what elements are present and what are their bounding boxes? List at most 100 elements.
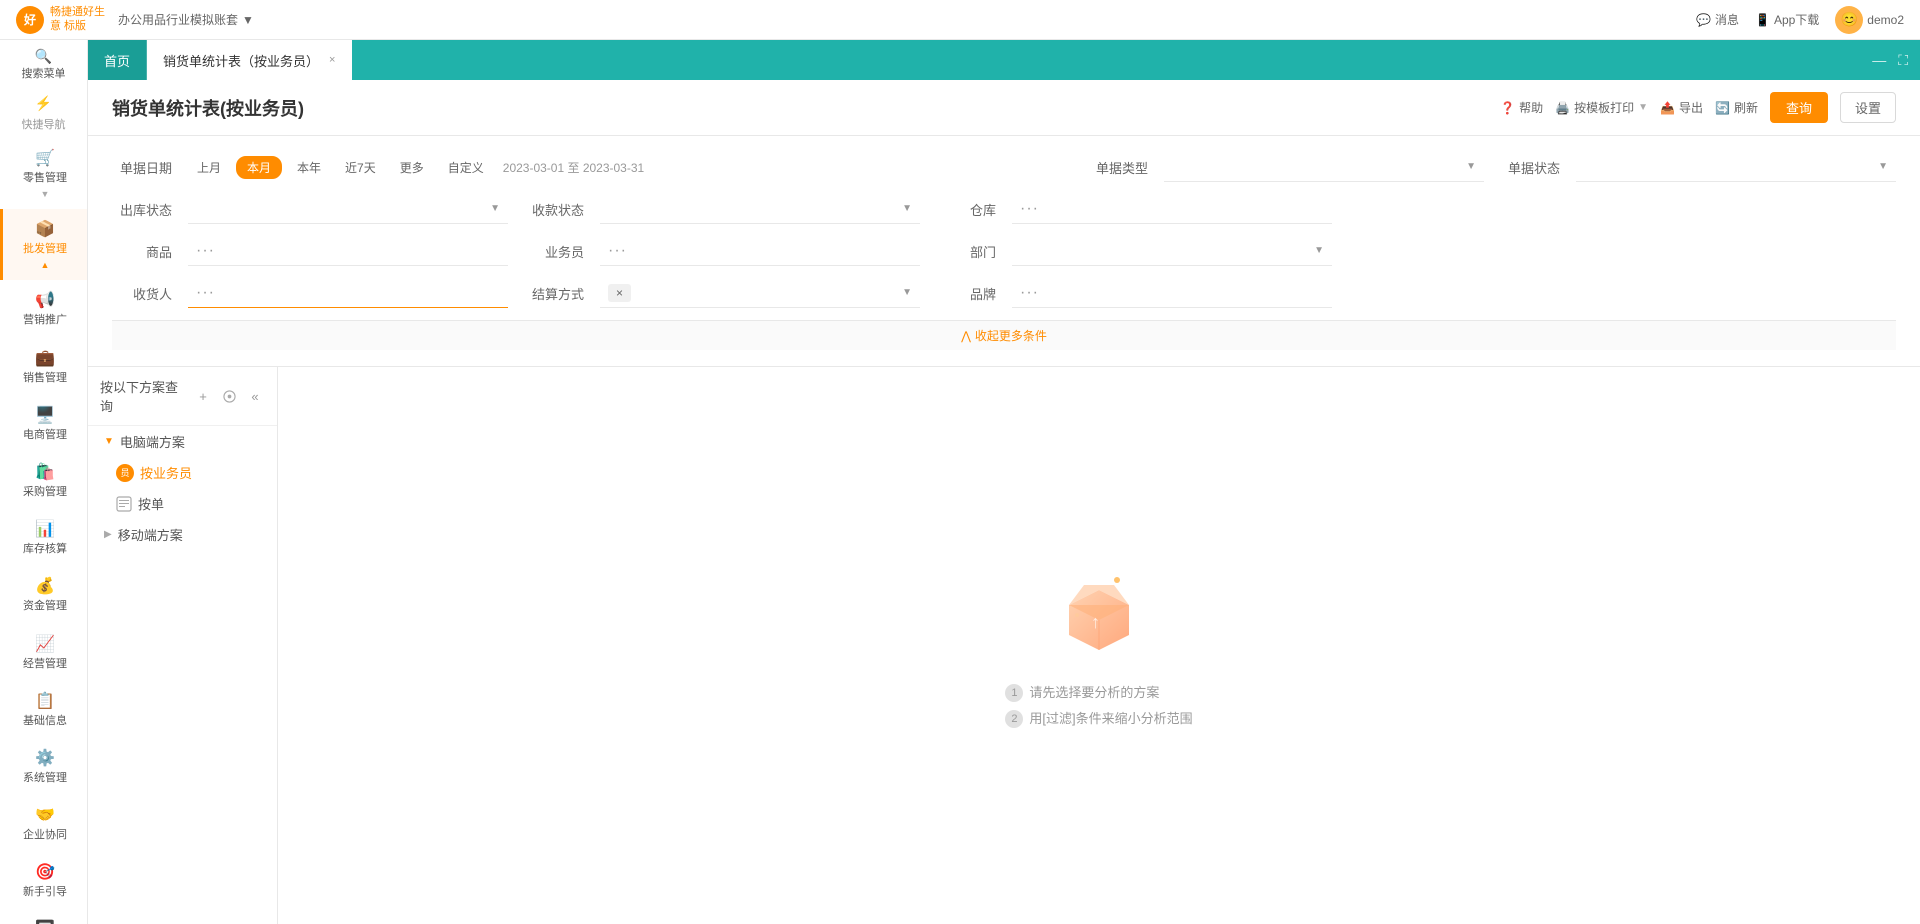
apps-icon: 🔲 <box>35 919 55 924</box>
brand-select[interactable]: ··· <box>1012 278 1332 308</box>
department-select[interactable]: ▼ <box>1012 236 1332 266</box>
salesperson-label: 业务员 <box>524 242 584 261</box>
user-name: demo2 <box>1867 13 1904 27</box>
refresh-button[interactable]: 🔄 刷新 <box>1715 99 1758 116</box>
left-panel-actions: + « <box>193 386 265 406</box>
tab-minimize-button[interactable]: — <box>1868 48 1890 72</box>
tab-close-icon[interactable]: × <box>329 54 335 66</box>
sidebar-item-inventory[interactable]: 📊 库存核算 <box>0 509 87 566</box>
warehouse-select[interactable]: ··· <box>1012 194 1332 224</box>
export-button[interactable]: 📤 导出 <box>1660 99 1703 116</box>
date-this-year[interactable]: 本年 <box>288 155 330 180</box>
settlement-select[interactable]: × ▼ <box>600 278 920 308</box>
print-button[interactable]: 🖨️ 按模板打印 ▼ <box>1555 99 1648 116</box>
sidebar-item-sales[interactable]: 💼 销售管理 <box>0 338 87 395</box>
tree-group-pc[interactable]: ▼ 电脑端方案 <box>88 426 277 457</box>
add-scheme-button[interactable]: + <box>193 386 213 406</box>
tree-group-mobile[interactable]: ▶ 移动端方案 <box>88 519 277 550</box>
receiver-input[interactable]: ··· <box>188 278 508 308</box>
salesperson-scheme-icon: 员 <box>116 464 134 482</box>
doc-status-select[interactable]: ▼ <box>1576 152 1896 182</box>
query-button[interactable]: 查询 <box>1770 92 1828 123</box>
empty-state: ↑ 1 请先选择要分析的方案 2 用[过滤]条件来缩小分析范围 <box>278 367 1920 924</box>
system-icon: ⚙️ <box>35 748 55 768</box>
tree-item-by-order[interactable]: 按单 <box>88 488 277 519</box>
sidebar-item-marketing[interactable]: 📢 营销推广 <box>0 280 87 337</box>
sidebar-item-enterprise[interactable]: 🤝 企业协同 <box>0 795 87 852</box>
date-more[interactable]: 更多 <box>391 155 433 180</box>
goods-select[interactable]: ··· <box>188 236 508 266</box>
sidebar-item-ecommerce[interactable]: 🖥️ 电商管理 <box>0 395 87 452</box>
doc-status-arrow-icon: ▼ <box>1878 161 1888 172</box>
date-last-7days[interactable]: 近7天 <box>336 155 385 180</box>
order-scheme-label: 按单 <box>138 494 164 513</box>
sidebar-operations-label: 经营管理 <box>23 658 67 671</box>
sidebar-item-retail[interactable]: 🛒 零售管理 ▼ <box>0 138 87 209</box>
help-button[interactable]: ❓ 帮助 <box>1500 99 1543 116</box>
date-last-month[interactable]: 上月 <box>188 155 230 180</box>
refresh-label: 刷新 <box>1734 99 1758 116</box>
order-scheme-icon <box>116 496 132 512</box>
tree-item-by-salesperson[interactable]: 员 按业务员 <box>88 457 277 488</box>
user-area[interactable]: 😊 demo2 <box>1835 6 1904 34</box>
sidebar-quick-nav-label: 快捷导航 <box>22 116 66 132</box>
doc-type-select[interactable]: ▼ <box>1164 152 1484 182</box>
date-this-month[interactable]: 本月 <box>236 156 282 179</box>
top-bar-left: 好 畅捷通好生意 标版 办公用品行业模拟账套 ▼ <box>16 6 254 34</box>
user-avatar: 😊 <box>1835 6 1863 34</box>
sidebar-search[interactable]: 🔍 搜索菜单 <box>0 40 87 89</box>
sidebar-item-system[interactable]: ⚙️ 系统管理 <box>0 738 87 795</box>
collapse-bar[interactable]: ⋀ 收起更多条件 <box>112 320 1896 350</box>
sidebar-item-purchase[interactable]: 🛍️ 采购管理 <box>0 452 87 509</box>
tab-maximize-button[interactable]: ⛶ <box>1894 48 1912 73</box>
wholesale-expand-icon: ▲ <box>41 260 50 270</box>
salesperson-dots-icon: ··· <box>608 242 627 260</box>
receiver-dots-icon: ··· <box>196 284 215 302</box>
app-download-button[interactable]: 📱 App下载 <box>1755 11 1819 28</box>
sidebar-quick-nav[interactable]: ⚡ 快捷导航 <box>0 89 87 138</box>
doc-type-label: 单据类型 <box>1088 158 1148 177</box>
inventory-icon: 📊 <box>35 519 55 539</box>
sidebar-item-wholesale[interactable]: 📦 批发管理 ▲ <box>0 209 87 280</box>
salesperson-select[interactable]: ··· <box>600 236 920 266</box>
edit-scheme-button[interactable] <box>219 386 239 406</box>
sidebar-retail-label: 零售管理 <box>23 172 67 185</box>
settlement-tag-close-icon[interactable]: × <box>616 286 623 300</box>
help-label: 帮助 <box>1519 99 1543 116</box>
brand-label: 品牌 <box>936 284 996 303</box>
ecommerce-icon: 🖥️ <box>35 405 55 425</box>
sidebar-item-apps[interactable]: 🔲 应用中心 <box>0 909 87 924</box>
print-arrow-icon: ▼ <box>1638 102 1648 113</box>
goods-dots-icon: ··· <box>196 242 215 260</box>
logo-text: 畅捷通好生意 标版 <box>50 6 110 32</box>
receiver-label: 收货人 <box>112 284 172 303</box>
wholesale-icon: 📦 <box>35 219 55 239</box>
breadcrumb-area[interactable]: 办公用品行业模拟账套 ▼ <box>118 11 254 28</box>
date-filter-label: 单据日期 <box>112 158 172 177</box>
tab-active[interactable]: 销货单统计表（按业务员） × <box>147 40 352 80</box>
sidebar-search-label: 搜索菜单 <box>4 65 83 81</box>
out-status-select[interactable]: ▼ <box>188 194 508 224</box>
sidebar-item-basic[interactable]: 📋 基础信息 <box>0 681 87 738</box>
sidebar-ecommerce-label: 电商管理 <box>23 429 67 442</box>
sidebar-item-newbie[interactable]: 🎯 新手引导 <box>0 852 87 909</box>
filter-row-4: 收货人 ··· 结算方式 × ▼ 品牌 ··· <box>112 278 1896 308</box>
date-custom[interactable]: 自定义 <box>439 155 493 180</box>
tab-home[interactable]: 首页 <box>88 40 147 80</box>
sidebar-enterprise-label: 企业协同 <box>23 829 67 842</box>
app-download-label: App下载 <box>1774 11 1819 28</box>
sidebar-item-finance[interactable]: 💰 资金管理 <box>0 566 87 623</box>
sidebar-inventory-label: 库存核算 <box>23 543 67 556</box>
settings-button[interactable]: 设置 <box>1840 92 1896 123</box>
logo-icon: 好 <box>16 6 44 34</box>
payment-status-select[interactable]: ▼ <box>600 194 920 224</box>
svg-text:↑: ↑ <box>1091 612 1100 632</box>
retail-icon: 🛒 <box>35 148 55 168</box>
left-panel: 按以下方案查询 + « ▼ 电脑端方案 <box>88 367 278 924</box>
sidebar-item-operations[interactable]: 📈 经营管理 <box>0 624 87 681</box>
message-button[interactable]: 💬 消息 <box>1696 11 1739 28</box>
basic-icon: 📋 <box>35 691 55 711</box>
tree-group-mobile-arrow-icon: ▶ <box>104 529 112 540</box>
breadcrumb-arrow-icon: ▼ <box>242 13 254 27</box>
collapse-panel-button[interactable]: « <box>245 386 265 406</box>
